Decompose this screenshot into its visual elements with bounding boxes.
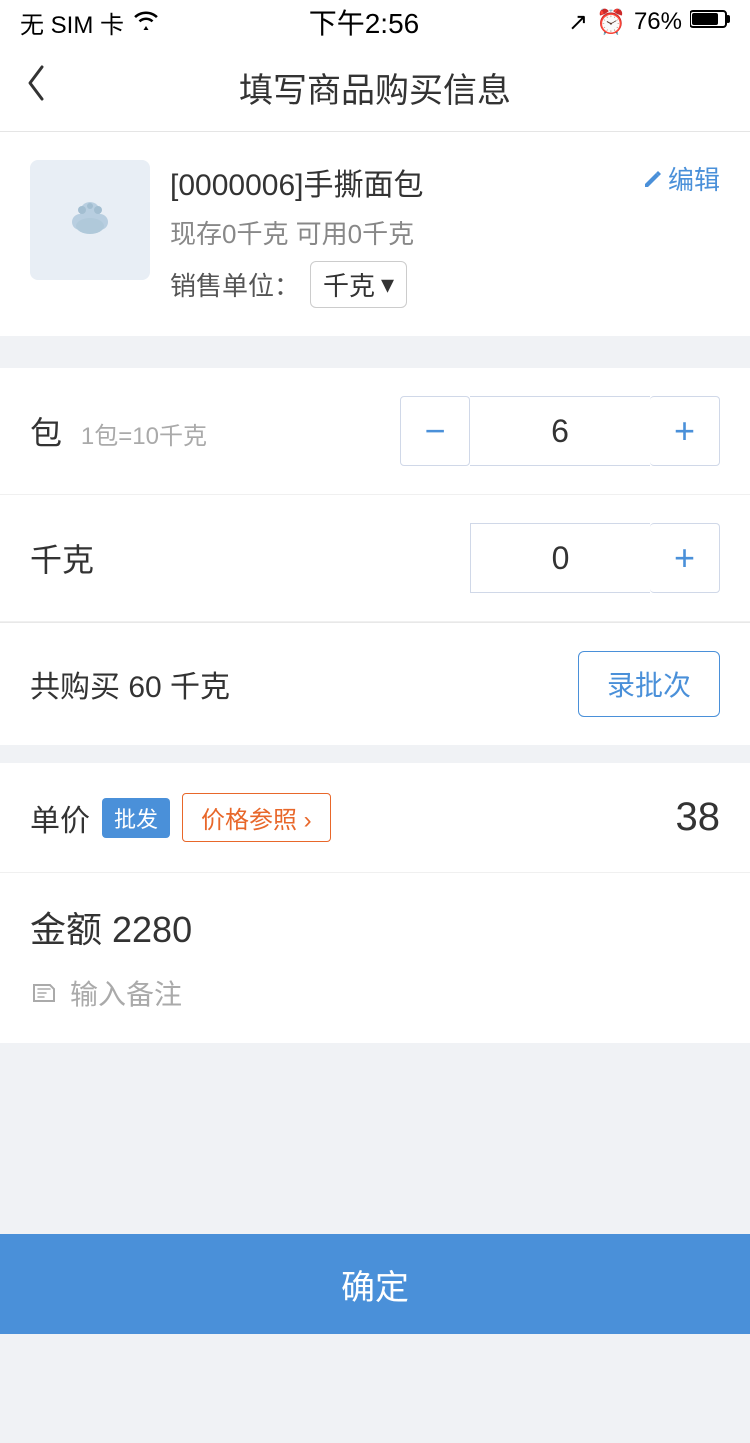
- price-text: 单价: [30, 796, 90, 840]
- unit-value: 千克: [323, 266, 375, 303]
- product-stock: 现存0千克 可用0千克: [170, 214, 622, 251]
- battery-text: 76%: [634, 8, 682, 36]
- price-ref-button[interactable]: 价格参照 ›: [182, 793, 331, 842]
- edit-label: 编辑: [668, 160, 720, 197]
- page-title: 填写商品购买信息: [239, 63, 511, 112]
- status-left: 无 SIM 卡: [20, 5, 160, 40]
- product-card-right: 编辑: [642, 160, 720, 197]
- amount-value: 2280: [112, 909, 192, 950]
- sim-status: 无 SIM 卡: [20, 5, 124, 40]
- quantity-control-bao: − +: [400, 396, 720, 466]
- confirm-button-label: 确定: [341, 1260, 409, 1309]
- price-label: 单价 批发 价格参照 ›: [30, 793, 331, 842]
- product-image: [30, 160, 150, 280]
- quantity-hint-bao: 1包=10千克: [81, 423, 207, 450]
- unit-bao: 包: [30, 415, 62, 451]
- amount-row: 金额 2280: [30, 873, 720, 953]
- product-info: [0000006]手撕面包 现存0千克 可用0千克 销售单位： 千克 ▾: [170, 160, 622, 308]
- location-icon: ↗: [568, 8, 588, 37]
- divider-2: [0, 747, 750, 763]
- alarm-icon: ⏰: [596, 8, 626, 37]
- unit-select[interactable]: 千克 ▾: [310, 261, 407, 308]
- quantity-control-kg: +: [470, 523, 720, 593]
- price-section: 单价 批发 价格参照 › 38: [0, 763, 750, 872]
- quantity-label-kg: 千克: [30, 535, 470, 581]
- quantity-input-bao[interactable]: [470, 396, 650, 466]
- amount-section: 金额 2280 输入备注: [0, 872, 750, 1043]
- wifi-icon: [132, 8, 160, 37]
- quantity-row-kg: 千克 +: [0, 495, 750, 622]
- total-text: 共购买 60 千克: [30, 662, 230, 706]
- status-time: 下午2:56: [309, 2, 420, 42]
- remark-placeholder: 输入备注: [70, 973, 182, 1013]
- edit-button[interactable]: 编辑: [642, 160, 720, 197]
- dropdown-icon: ▾: [381, 269, 394, 300]
- quantity-row-bao: 包 1包=10千克 − +: [0, 368, 750, 495]
- increment-bao-button[interactable]: +: [650, 396, 720, 466]
- product-unit: 销售单位： 千克 ▾: [170, 261, 622, 308]
- quantity-input-kg[interactable]: [470, 523, 650, 593]
- total-amount: 60: [128, 671, 161, 704]
- confirm-button[interactable]: 确定: [0, 1234, 750, 1334]
- unit-label: 销售单位：: [170, 266, 300, 303]
- quantity-section: 包 1包=10千克 − + 千克 + 共购买 60 千克 录批次: [0, 368, 750, 745]
- increment-kg-button[interactable]: +: [650, 523, 720, 593]
- nav-bar: 填写商品购买信息: [0, 44, 750, 132]
- divider-1: [0, 352, 750, 368]
- remark-row[interactable]: 输入备注: [30, 973, 720, 1013]
- quantity-label-bao: 包 1包=10千克: [30, 408, 400, 454]
- decrement-bao-button[interactable]: −: [400, 396, 470, 466]
- price-value: 38: [676, 795, 721, 840]
- battery-icon: [690, 8, 730, 36]
- status-bar: 无 SIM 卡 下午2:56 ↗ ⏰ 76%: [0, 0, 750, 44]
- price-type-badge: 批发: [102, 798, 170, 838]
- product-name: [0000006]手撕面包: [170, 160, 622, 204]
- total-row: 共购买 60 千克 录批次: [0, 622, 750, 745]
- back-button[interactable]: [24, 63, 48, 113]
- product-card: [0000006]手撕面包 现存0千克 可用0千克 销售单位： 千克 ▾ 编辑: [0, 132, 750, 336]
- status-right: ↗ ⏰ 76%: [568, 8, 730, 37]
- unit-kg: 千克: [30, 542, 94, 578]
- batch-button[interactable]: 录批次: [578, 651, 720, 717]
